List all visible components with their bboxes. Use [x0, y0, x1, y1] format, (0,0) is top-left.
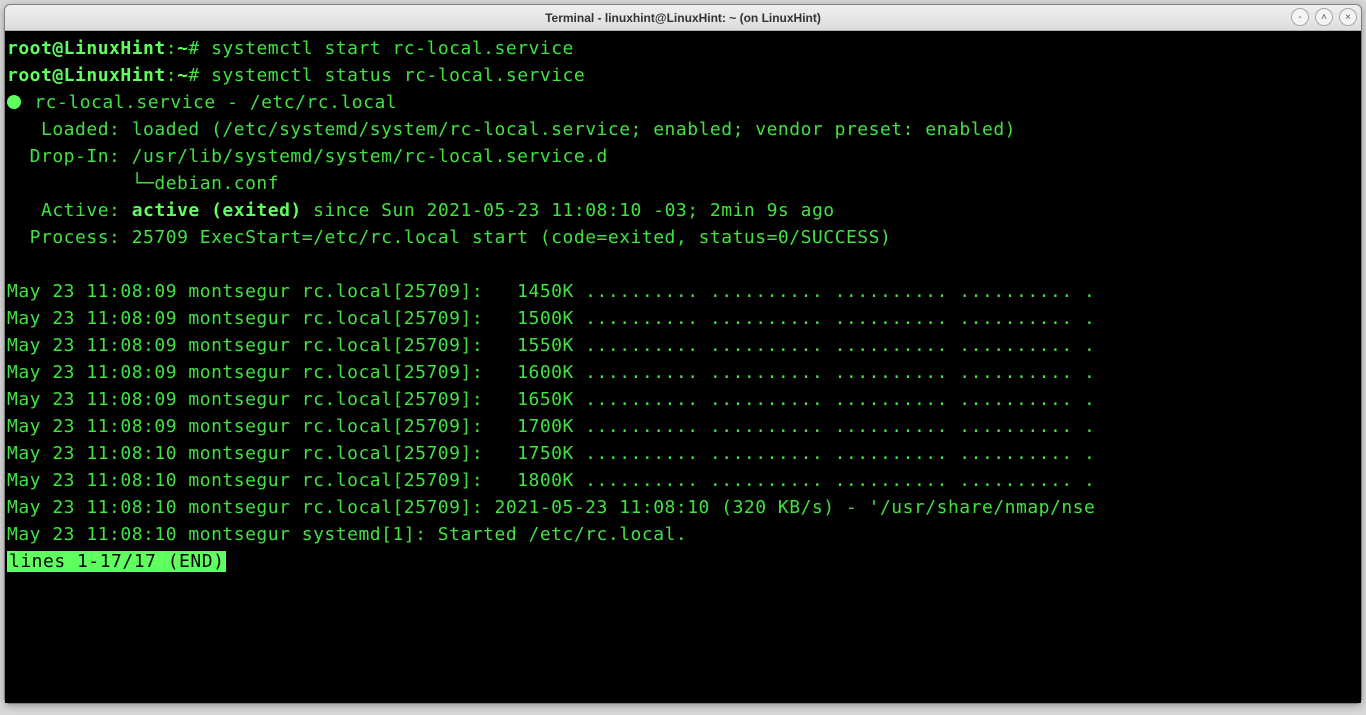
- loaded-value: loaded (/etc/systemd/system/rc-local.ser…: [132, 119, 1016, 140]
- prompt-sep: :: [166, 38, 177, 59]
- window-controls: ‑ ˄ ×: [1291, 8, 1357, 26]
- prompt-path: ~: [177, 38, 188, 59]
- status-dot-icon: [7, 95, 21, 109]
- process-value: 25709 ExecStart=/etc/rc.local start (cod…: [132, 227, 892, 248]
- active-since: since Sun 2021-05-23 11:08:10 -03; 2min …: [302, 200, 835, 221]
- log-line: May 23 11:08:09 montsegur rc.local[25709…: [7, 335, 1095, 356]
- dropin-label: Drop-In:: [7, 146, 132, 167]
- log-line: May 23 11:08:09 montsegur rc.local[25709…: [7, 281, 1095, 302]
- loaded-label: Loaded:: [7, 119, 132, 140]
- log-line: May 23 11:08:10 montsegur systemd[1]: St…: [7, 524, 687, 545]
- active-state: active (exited): [132, 200, 302, 221]
- command-1: systemctl start rc-local.service: [211, 38, 574, 59]
- minimize-button[interactable]: ‑: [1291, 8, 1309, 26]
- titlebar[interactable]: Terminal - linuxhint@LinuxHint: ~ (on Li…: [5, 5, 1361, 31]
- log-line: May 23 11:08:10 montsegur rc.local[25709…: [7, 443, 1095, 464]
- prompt-symbol: #: [188, 65, 199, 86]
- prompt-userhost: root@LinuxHint: [7, 38, 166, 59]
- terminal-body[interactable]: root@LinuxHint:~# systemctl start rc-loc…: [5, 31, 1361, 703]
- prompt-sep: :: [166, 65, 177, 86]
- process-label: Process:: [7, 227, 132, 248]
- maximize-button[interactable]: ˄: [1315, 8, 1333, 26]
- prompt-userhost: root@LinuxHint: [7, 65, 166, 86]
- terminal-window: Terminal - linuxhint@LinuxHint: ~ (on Li…: [4, 4, 1362, 704]
- dropin-value: /usr/lib/systemd/system/rc-local.service…: [132, 146, 608, 167]
- log-line: May 23 11:08:10 montsegur rc.local[25709…: [7, 497, 1095, 518]
- log-line: May 23 11:08:10 montsegur rc.local[25709…: [7, 470, 1095, 491]
- log-line: May 23 11:08:09 montsegur rc.local[25709…: [7, 308, 1095, 329]
- log-line: May 23 11:08:09 montsegur rc.local[25709…: [7, 362, 1095, 383]
- dropin-child: └─debian.conf: [7, 173, 279, 194]
- log-line: May 23 11:08:09 montsegur rc.local[25709…: [7, 416, 1095, 437]
- pager-status: lines 1-17/17 (END): [7, 551, 226, 572]
- log-line: May 23 11:08:09 montsegur rc.local[25709…: [7, 389, 1095, 410]
- command-2: systemctl status rc-local.service: [211, 65, 585, 86]
- active-label: Active:: [7, 200, 132, 221]
- window-title: Terminal - linuxhint@LinuxHint: ~ (on Li…: [545, 11, 821, 25]
- prompt-path: ~: [177, 65, 188, 86]
- close-button[interactable]: ×: [1339, 8, 1357, 26]
- unit-line: rc-local.service - /etc/rc.local: [34, 92, 397, 113]
- prompt-symbol: #: [188, 38, 199, 59]
